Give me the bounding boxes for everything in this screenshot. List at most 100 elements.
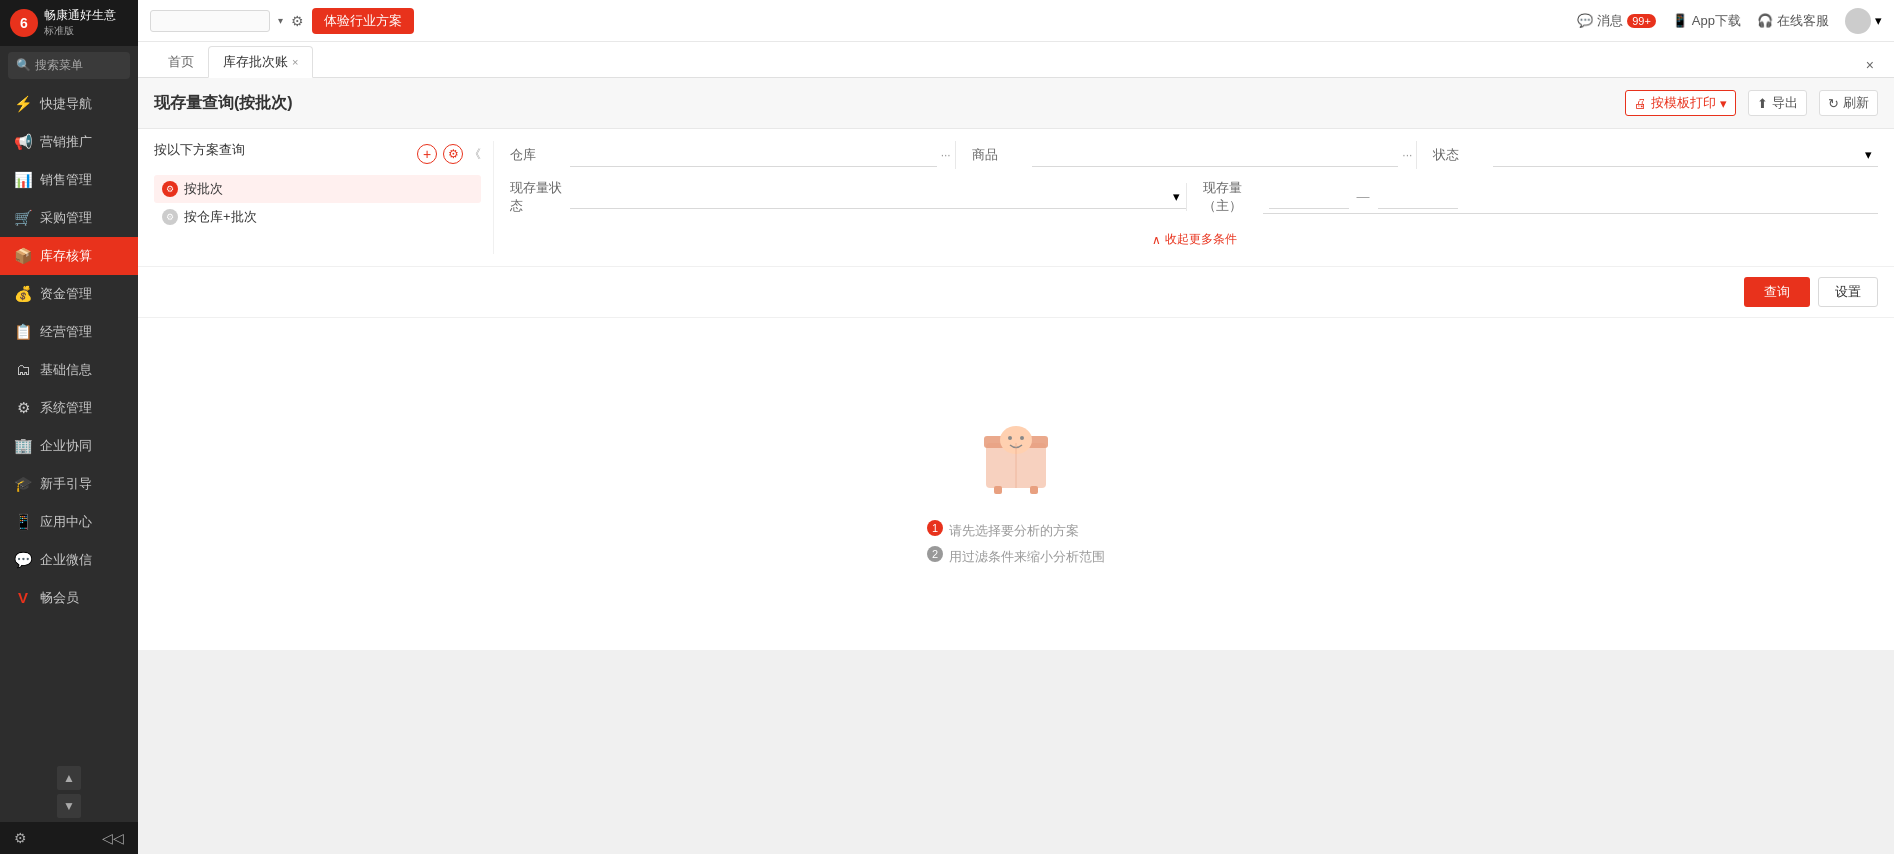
- product-label: 商品: [972, 146, 1032, 164]
- sidebar-search[interactable]: 🔍 搜索菜单: [8, 52, 130, 79]
- empty-tip-2-text: 用过滤条件来缩小分析范围: [949, 544, 1105, 570]
- page-panel: 现存量查询(按批次) 🖨 按模板打印 ▾ ⬆ 导出 ↻: [138, 78, 1894, 650]
- online-support-action[interactable]: 🎧 在线客服: [1757, 12, 1829, 30]
- tab-right: ×: [1862, 53, 1878, 77]
- finance-label: 资金管理: [40, 285, 92, 303]
- sidebar-item-operations[interactable]: 📋 经营管理: [0, 313, 138, 351]
- quantity-max-input[interactable]: [1378, 185, 1458, 209]
- settings-icon[interactable]: ⚙: [14, 830, 27, 846]
- search-label: 搜索菜单: [35, 57, 83, 74]
- sidebar-item-apps[interactable]: 📱 应用中心: [0, 503, 138, 541]
- collapse-conditions-bar[interactable]: ∧ 收起更多条件: [510, 225, 1878, 254]
- app-download-action[interactable]: 📱 App下载: [1672, 12, 1741, 30]
- topbar-gear-icon[interactable]: ⚙: [291, 13, 304, 29]
- scheme-warehouse-label: 按仓库+批次: [184, 208, 257, 226]
- export-icon: ⬆: [1757, 96, 1768, 111]
- sidebar-item-finance[interactable]: 💰 资金管理: [0, 275, 138, 313]
- sidebar-item-marketing[interactable]: 📢 营销推广: [0, 123, 138, 161]
- app-download-label: App下载: [1692, 12, 1741, 30]
- svg-rect-6: [994, 486, 1002, 494]
- close-panel-btn[interactable]: ×: [1862, 53, 1878, 77]
- wechat-label: 企业微信: [40, 551, 92, 569]
- user-area[interactable]: ▾: [1845, 8, 1882, 34]
- refresh-label: 刷新: [1843, 94, 1869, 112]
- quantity-min-input[interactable]: [1269, 185, 1349, 209]
- scroll-down-btn[interactable]: ▼: [57, 794, 81, 818]
- filter-actions: + ⚙ 《: [417, 144, 481, 164]
- member-label: 畅会员: [40, 589, 79, 607]
- product-more-btn[interactable]: ···: [1398, 148, 1416, 162]
- guide-icon: 🎓: [14, 475, 32, 493]
- quick-nav-icon: ⚡: [14, 95, 32, 113]
- topbar-search-chevron[interactable]: ▾: [278, 15, 283, 26]
- print-btn[interactable]: 🖨 按模板打印 ▾: [1625, 90, 1736, 116]
- status-select[interactable]: ▾: [1493, 143, 1878, 167]
- inventory-label: 库存核算: [40, 247, 92, 265]
- sidebar-item-basics[interactable]: 🗂 基础信息: [0, 351, 138, 389]
- stock-status-select[interactable]: ▾: [570, 185, 1186, 209]
- scheme-batch-icon: ⚙: [162, 181, 178, 197]
- status-label: 状态: [1433, 146, 1493, 164]
- filter-divider-2: [1416, 141, 1417, 169]
- warehouse-field: 仓库 ···: [510, 143, 955, 167]
- tab-inventory-batch-label: 库存批次账: [223, 53, 288, 71]
- scroll-up-btn[interactable]: ▲: [57, 766, 81, 790]
- sidebar-item-enterprise[interactable]: 🏢 企业协同: [0, 427, 138, 465]
- main-quantity-field: 现存量（主） —: [1203, 179, 1879, 215]
- export-label: 导出: [1772, 94, 1798, 112]
- company-name: 畅康通好生意: [44, 8, 116, 24]
- stock-status-field: 现存量状态 ▾: [510, 179, 1186, 215]
- page-header: 现存量查询(按批次) 🖨 按模板打印 ▾ ⬆ 导出 ↻: [138, 78, 1894, 129]
- scheme-label: 按以下方案查询: [154, 141, 245, 159]
- tab-home[interactable]: 首页: [154, 47, 208, 77]
- collapse-scheme-btn[interactable]: 《: [469, 146, 481, 163]
- scheme-item-warehouse-batch[interactable]: ⚙ 按仓库+批次: [154, 203, 481, 231]
- page-title: 现存量查询(按批次): [154, 93, 293, 114]
- sidebar-item-inventory[interactable]: 📦 库存核算: [0, 237, 138, 275]
- wechat-icon: 💬: [14, 551, 32, 569]
- user-avatar: [1845, 8, 1871, 34]
- sidebar-item-member[interactable]: V 畅会员: [0, 579, 138, 617]
- empty-tip-1: 1 请先选择要分析的方案: [927, 518, 1105, 544]
- refresh-btn[interactable]: ↻ 刷新: [1819, 90, 1878, 116]
- sidebar-item-system[interactable]: ⚙ 系统管理: [0, 389, 138, 427]
- empty-state: 1 请先选择要分析的方案 2 用过滤条件来缩小分析范围: [138, 318, 1894, 650]
- collapse-sidebar-icon[interactable]: ◁◁: [102, 830, 124, 846]
- export-btn[interactable]: ⬆ 导出: [1748, 90, 1807, 116]
- query-btn[interactable]: 查询: [1744, 277, 1810, 307]
- sidebar-item-wechat[interactable]: 💬 企业微信: [0, 541, 138, 579]
- warehouse-more-btn[interactable]: ···: [937, 148, 955, 162]
- sidebar-item-sales[interactable]: 📊 销售管理: [0, 161, 138, 199]
- setting-btn[interactable]: 设置: [1818, 277, 1878, 307]
- sales-label: 销售管理: [40, 171, 92, 189]
- scheme-setting-btn[interactable]: ⚙: [443, 144, 463, 164]
- warehouse-input[interactable]: [570, 143, 937, 167]
- message-action[interactable]: 💬 消息 99+: [1577, 12, 1656, 30]
- enterprise-icon: 🏢: [14, 437, 32, 455]
- sidebar-item-guide[interactable]: 🎓 新手引导: [0, 465, 138, 503]
- empty-tip-1-text: 请先选择要分析的方案: [949, 518, 1079, 544]
- topbar-search-input[interactable]: [150, 10, 270, 32]
- svg-rect-7: [1030, 486, 1038, 494]
- sidebar-item-quick-nav[interactable]: ⚡ 快捷导航: [0, 85, 138, 123]
- filter-divider-1: [955, 141, 956, 169]
- scheme-warehouse-icon: ⚙: [162, 209, 178, 225]
- product-input[interactable]: [1032, 143, 1399, 167]
- add-scheme-btn[interactable]: +: [417, 144, 437, 164]
- tab-close-icon[interactable]: ×: [292, 56, 298, 68]
- empty-tip-2: 2 用过滤条件来缩小分析范围: [927, 544, 1105, 570]
- enterprise-label: 企业协同: [40, 437, 92, 455]
- search-icon: 🔍: [16, 58, 31, 72]
- industry-solution-btn[interactable]: 体验行业方案: [312, 8, 414, 34]
- filter-row-1: 仓库 ··· 商品 ···: [510, 141, 1878, 169]
- stock-status-chevron-icon: ▾: [1173, 189, 1180, 204]
- scheme-item-batch[interactable]: ⚙ 按批次: [154, 175, 481, 203]
- system-icon: ⚙: [14, 399, 32, 417]
- topbar-right: 💬 消息 99+ 📱 App下载 🎧 在线客服 ▾: [1577, 8, 1882, 34]
- tab-inventory-batch[interactable]: 库存批次账 ×: [208, 46, 313, 78]
- sidebar-item-purchase[interactable]: 🛒 采购管理: [0, 199, 138, 237]
- empty-illustration: [966, 398, 1066, 498]
- filter-fields-panel: 仓库 ··· 商品 ···: [494, 141, 1878, 254]
- page-content: 现存量查询(按批次) 🖨 按模板打印 ▾ ⬆ 导出 ↻: [138, 78, 1894, 854]
- quantity-range-field: —: [1263, 181, 1879, 214]
